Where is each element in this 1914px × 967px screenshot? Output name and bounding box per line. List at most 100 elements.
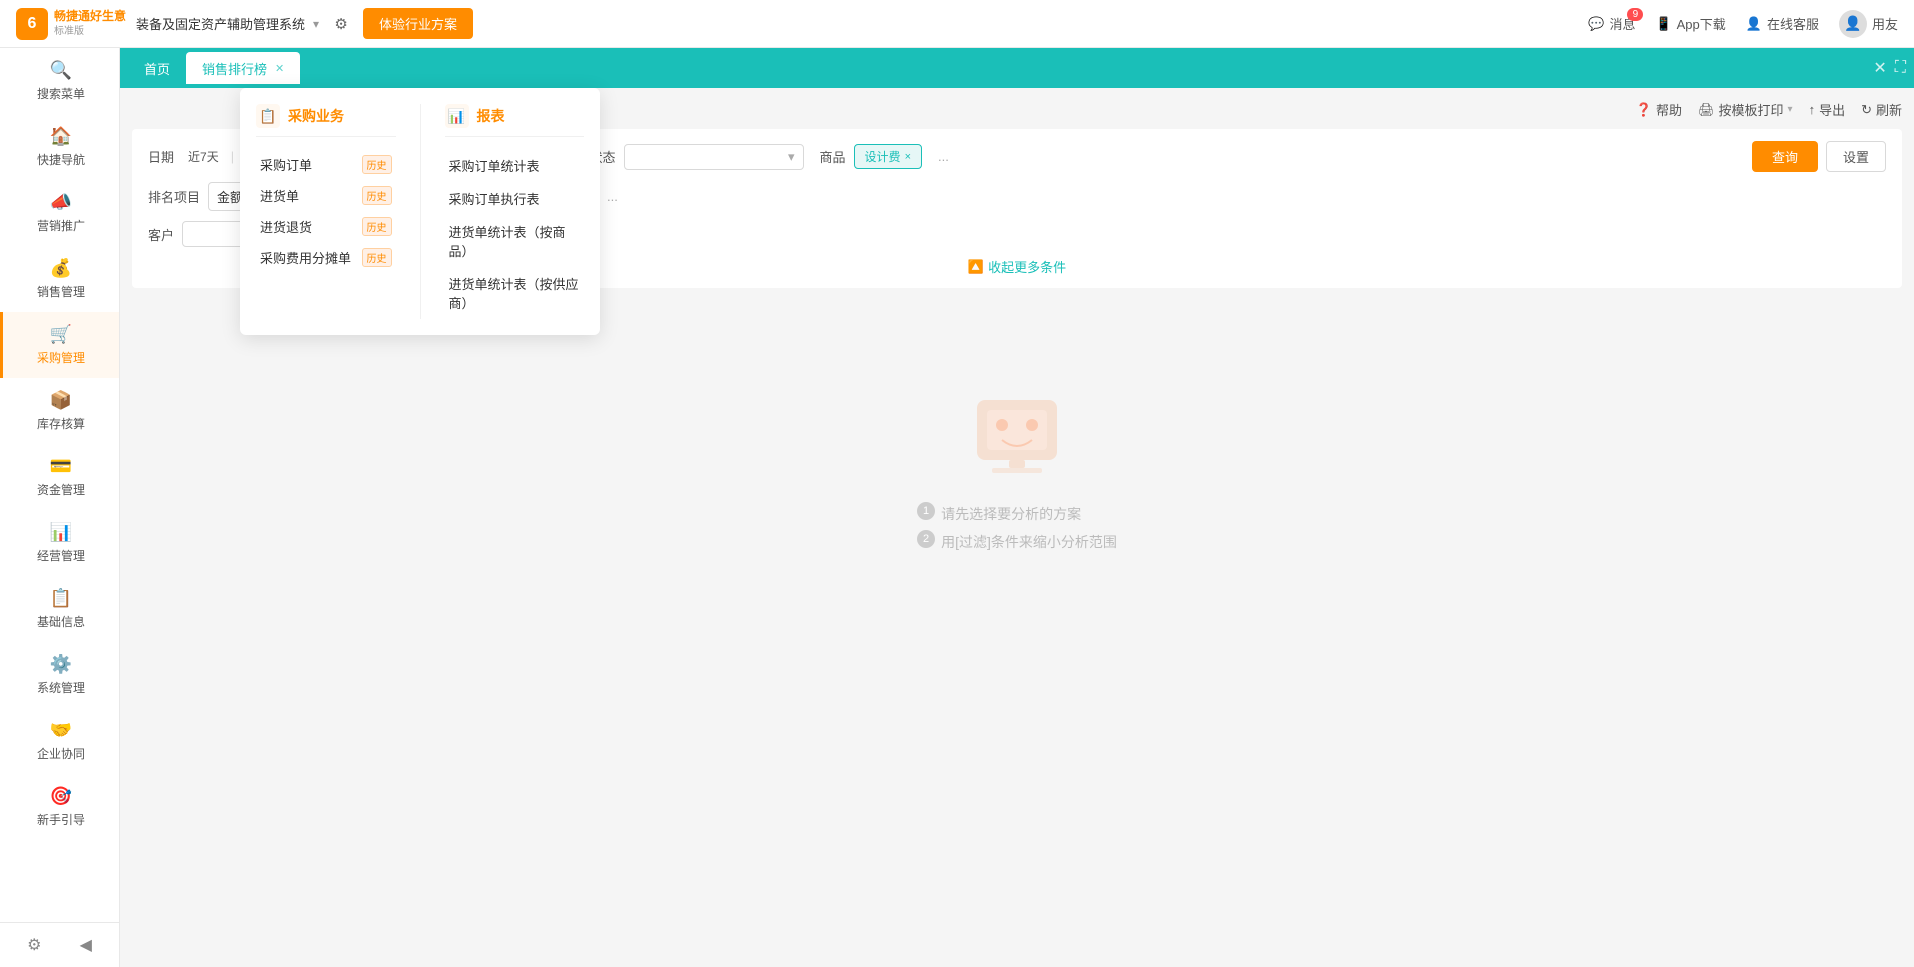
help-btn[interactable]: ❓ 帮助 [1636, 100, 1682, 119]
rank-label: 排名项目 [148, 187, 200, 206]
sidebar-item-finance[interactable]: 💳 资金管理 [0, 444, 119, 510]
customer-label: 客户 [148, 225, 174, 244]
voucher-status-select[interactable]: ▾ [624, 144, 804, 170]
purchase-column-icon: 📋 [256, 104, 280, 128]
export-icon: ↑ [1809, 102, 1816, 117]
sidebar-bottom: ⚙ ◀ [0, 922, 119, 967]
goods-tag-value: 设计费 [865, 148, 901, 165]
system-settings-icon[interactable]: ⚙ [327, 10, 355, 38]
tab-sales-rank-label: 销售排行榜 [202, 59, 267, 78]
date-label: 日期 [148, 147, 174, 166]
sidebar-item-cooperation[interactable]: 🤝 企业协同 [0, 708, 119, 774]
purchase-inbound-item[interactable]: 进货单 历史 [256, 180, 396, 211]
inventory-icon: 📦 [50, 390, 72, 411]
message-icon: 💬 [1588, 16, 1604, 32]
purchase-expense-item[interactable]: 采购费用分摊单 历史 [256, 242, 396, 273]
voucher-status-arrow: ▾ [788, 149, 795, 165]
purchase-expense-label: 采购费用分摊单 [260, 248, 351, 267]
settings-btn[interactable]: 设置 [1826, 141, 1886, 172]
print-arrow[interactable]: ▾ [1788, 104, 1793, 115]
report-item-3[interactable]: 进货单统计表（按供应商） [445, 267, 585, 319]
refresh-label: 刷新 [1876, 100, 1902, 119]
purchase-inbound-label: 进货单 [260, 186, 299, 205]
system-title-area: 装备及固定资产辅助管理系统 ▾ ⚙ 体验行业方案 [136, 8, 1588, 39]
print-btn[interactable]: 🖨 按模板打印 ▾ [1698, 100, 1793, 119]
logo-area: 6 畅捷通好生意 标准版 [16, 8, 136, 40]
empty-step-2: 2 用[过滤]条件来缩小分析范围 [917, 528, 1117, 556]
purchase-return-item[interactable]: 进货退货 历史 [256, 211, 396, 242]
sidebar-item-quick-nav[interactable]: 🏠 快捷导航 [0, 114, 119, 180]
report-item-1[interactable]: 采购订单执行表 [445, 182, 585, 215]
sidebar-item-marketing[interactable]: 📣 营销推广 [0, 180, 119, 246]
collapse-icon: 🔼 [968, 259, 984, 275]
report-column-icon: 📊 [445, 104, 469, 128]
goods-tag: 设计费 × [854, 144, 922, 169]
sidebar-item-sales[interactable]: 💰 销售管理 [0, 246, 119, 312]
empty-text: 1 请先选择要分析的方案 2 用[过滤]条件来缩小分析范围 [917, 500, 1117, 556]
salesperson-more-btn[interactable]: ... [607, 189, 618, 204]
sidebar-item-quick-nav-label: 快捷导航 [37, 151, 85, 168]
help-label: 帮助 [1656, 100, 1682, 119]
logo-sub: 标准版 [54, 25, 126, 38]
tab-sales-rank[interactable]: 销售排行榜 ✕ [186, 52, 300, 84]
sidebar-item-operation[interactable]: 📊 经营管理 [0, 510, 119, 576]
sidebar-settings-btn[interactable]: ⚙ [27, 935, 41, 955]
report-column-header: 📊 报表 [445, 104, 585, 137]
tab-close-icon[interactable]: ✕ [275, 62, 284, 75]
query-btn[interactable]: 查询 [1752, 141, 1818, 172]
date-7days-btn[interactable]: 近7天 [182, 146, 225, 167]
report-item-0[interactable]: 采购订单统计表 [445, 149, 585, 182]
sidebar-item-basic-info[interactable]: 📋 基础信息 [0, 576, 119, 642]
industry-btn[interactable]: 体验行业方案 [363, 8, 473, 39]
sidebar-item-inventory[interactable]: 📦 库存核算 [0, 378, 119, 444]
finance-icon: 💳 [50, 456, 72, 477]
sidebar-item-inventory-label: 库存核算 [37, 415, 85, 432]
main-layout: 🔍 搜索菜单 🏠 快捷导航 📣 营销推广 💰 销售管理 🛒 采购管理 📦 库存核… [0, 48, 1914, 967]
tab-maximize-icon[interactable]: ⛶ [1895, 59, 1906, 77]
online-service-label: 在线客服 [1767, 14, 1819, 33]
operation-icon: 📊 [50, 522, 72, 543]
logo-text: 畅捷通好生意 标准版 [54, 9, 126, 38]
sidebar-item-guide[interactable]: 🎯 新手引导 [0, 774, 119, 840]
user-area[interactable]: 👤 用友 [1839, 10, 1898, 38]
print-label: 按模板打印 [1719, 100, 1784, 119]
sidebar-item-guide-label: 新手引导 [37, 811, 85, 828]
logo-icon: 6 [16, 8, 48, 40]
message-btn[interactable]: 💬 消息 9 [1588, 14, 1635, 33]
sidebar-collapse-btn[interactable]: ◀ [80, 935, 92, 955]
empty-illustration [957, 380, 1077, 480]
report-menu-column: 📊 报表 采购订单统计表 采购订单执行表 进货单统计表（按商品） 进货单统计表（… [445, 104, 585, 319]
sidebar-item-search[interactable]: 🔍 搜索菜单 [0, 48, 119, 114]
refresh-btn[interactable]: ↻ 刷新 [1861, 100, 1902, 119]
app-download-btn[interactable]: 📱 App下载 [1655, 14, 1725, 33]
purchase-order-item[interactable]: 采购订单 历史 [256, 149, 396, 180]
sidebar-item-purchase[interactable]: 🛒 采购管理 [0, 312, 119, 378]
search-nav-icon: 🔍 [50, 60, 72, 81]
report-item-2[interactable]: 进货单统计表（按商品） [445, 215, 585, 267]
goods-more-btn[interactable]: ... [938, 149, 949, 164]
purchase-dropdown-menu: 📋 采购业务 采购订单 历史 进货单 历史 进货退货 历史 采购费用分摊单 [240, 88, 600, 335]
user-avatar: 👤 [1839, 10, 1867, 38]
service-icon: 👤 [1746, 16, 1762, 32]
collapse-btn[interactable]: 🔼 收起更多条件 [968, 257, 1066, 276]
username-label: 用友 [1872, 14, 1898, 33]
empty-step-1: 1 请先选择要分析的方案 [917, 500, 1117, 528]
purchase-order-label: 采购订单 [260, 155, 312, 174]
sidebar-item-operation-label: 经营管理 [37, 547, 85, 564]
export-label: 导出 [1819, 100, 1845, 119]
sidebar-item-marketing-label: 营销推广 [37, 217, 85, 234]
online-service-btn[interactable]: 👤 在线客服 [1746, 14, 1819, 33]
export-btn[interactable]: ↑ 导出 [1809, 100, 1846, 119]
tab-close-all-icon[interactable]: ✕ [1873, 58, 1886, 78]
top-header: 6 畅捷通好生意 标准版 装备及固定资产辅助管理系统 ▾ ⚙ 体验行业方案 💬 … [0, 0, 1914, 48]
purchase-column-header: 📋 采购业务 [256, 104, 396, 137]
system-dropdown-arrow[interactable]: ▾ [313, 17, 319, 31]
tab-home[interactable]: 首页 [128, 52, 186, 84]
purchase-icon: 🛒 [50, 324, 72, 345]
empty-state: 1 请先选择要分析的方案 2 用[过滤]条件来缩小分析范围 [132, 300, 1902, 636]
goods-tag-remove-btn[interactable]: × [905, 151, 911, 163]
sidebar-item-system[interactable]: ⚙️ 系统管理 [0, 642, 119, 708]
purchase-inbound-history: 历史 [362, 186, 392, 205]
sidebar-item-sales-label: 销售管理 [37, 283, 85, 300]
app-download-label: App下载 [1677, 14, 1726, 33]
